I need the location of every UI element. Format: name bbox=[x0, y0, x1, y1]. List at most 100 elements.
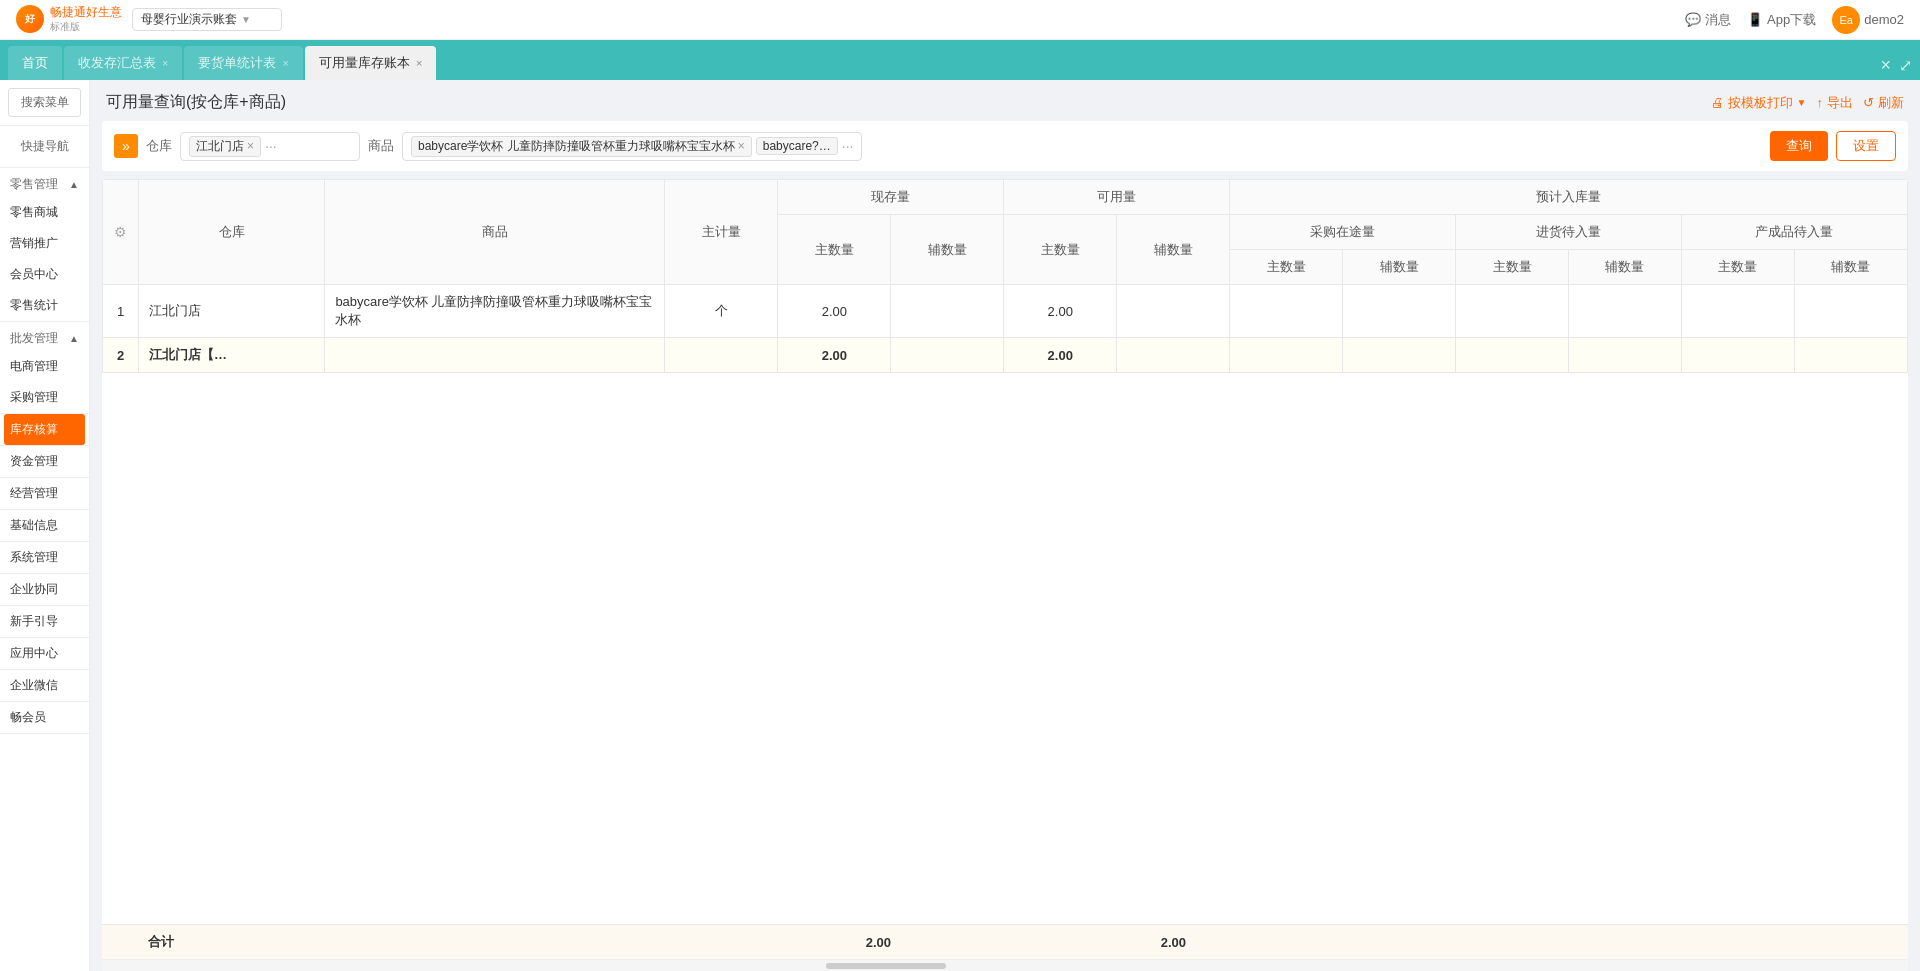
sidebar-item-basics[interactable]: 基础信息 bbox=[0, 510, 89, 541]
th-production-aux: 辅数量 bbox=[1794, 250, 1907, 285]
th-warehouse: 仓库 bbox=[139, 180, 325, 285]
cell-warehouse: 江北门店【… bbox=[139, 338, 325, 373]
sidebar-section-appstore: 应用中心 bbox=[0, 638, 89, 670]
sidebar-item-inventory[interactable]: 库存核算 bbox=[4, 414, 85, 445]
message-icon: 💬 bbox=[1685, 12, 1701, 27]
cell-index: 1 bbox=[103, 285, 139, 338]
sidebar-item-retail-mall[interactable]: 零售商城 bbox=[0, 197, 89, 228]
tab-home[interactable]: 首页 bbox=[8, 46, 62, 80]
cell-unit bbox=[665, 338, 778, 373]
sidebar-search-area: 搜索菜单 bbox=[0, 80, 89, 126]
export-button[interactable]: ↑ 导出 bbox=[1817, 94, 1854, 112]
tab-available-stock[interactable]: 可用量库存账本 × bbox=[305, 46, 436, 80]
sidebar-quick-nav: 快捷导航 bbox=[0, 126, 89, 168]
product-tag-1-remove[interactable]: × bbox=[738, 139, 745, 153]
logo-text-area: 畅捷通好生意 标准版 bbox=[50, 5, 122, 33]
sidebar-item-wechat[interactable]: 企业微信 bbox=[0, 670, 89, 701]
print-icon: 🖨 bbox=[1711, 95, 1724, 110]
top-bar-left: 好 畅捷通好生意 标准版 母婴行业演示账套 ▼ bbox=[16, 5, 282, 33]
cell-current-main: 2.00 bbox=[778, 338, 891, 373]
sidebar-item-retail-stats[interactable]: 零售统计 bbox=[0, 290, 89, 321]
th-expected-in: 预计入库量 bbox=[1230, 180, 1908, 215]
tab-receive-summary-close[interactable]: × bbox=[162, 57, 168, 69]
sidebar-item-enterprise[interactable]: 企业协同 bbox=[0, 574, 89, 605]
filter-toggle-button[interactable]: » bbox=[114, 134, 138, 158]
sidebar-item-marketing[interactable]: 营销推广 bbox=[0, 228, 89, 259]
product-input[interactable]: babycare学饮杯 儿童防摔防撞吸管杯重力球吸嘴杯宝宝水杯 × babyca… bbox=[402, 132, 862, 161]
footer-p4 bbox=[1637, 925, 1727, 959]
footer-blank-4 bbox=[686, 925, 776, 959]
th-available: 可用量 bbox=[1004, 180, 1230, 215]
sidebar-item-operations[interactable]: 经营管理 bbox=[0, 478, 89, 509]
message-button[interactable]: 💬 消息 bbox=[1685, 11, 1731, 29]
refresh-button[interactable]: ↺ 刷新 bbox=[1863, 94, 1904, 112]
cell-incoming-main bbox=[1456, 338, 1569, 373]
tab-available-stock-close[interactable]: × bbox=[416, 57, 422, 69]
sidebar-item-member[interactable]: 会员中心 bbox=[0, 259, 89, 290]
sidebar-section-retail-title[interactable]: 零售管理 ▲ bbox=[0, 168, 89, 197]
footer-total-row: 合计 2.00 2.00 bbox=[102, 924, 1908, 959]
close-all-icon[interactable]: × bbox=[1880, 55, 1891, 76]
sidebar-item-purchase[interactable]: 采购管理 bbox=[0, 382, 89, 413]
warehouse-input[interactable]: 江北门店 × ··· bbox=[180, 132, 360, 161]
cell-incoming-main bbox=[1456, 285, 1569, 338]
cell-purchase-main bbox=[1230, 285, 1343, 338]
tab-order-stats-close[interactable]: × bbox=[282, 57, 288, 69]
sidebar-section-wholesale-title[interactable]: 批发管理 ▲ bbox=[0, 322, 89, 351]
app-download-label: App下载 bbox=[1767, 11, 1816, 29]
th-avail-main: 主数量 bbox=[1004, 215, 1117, 285]
footer-table: 合计 2.00 2.00 bbox=[102, 925, 1908, 959]
sidebar-item-member2[interactable]: 畅会员 bbox=[0, 702, 89, 733]
query-button[interactable]: 查询 bbox=[1770, 131, 1828, 161]
tab-available-stock-label: 可用量库存账本 bbox=[319, 54, 410, 72]
cell-avail-aux bbox=[1117, 338, 1230, 373]
tab-home-label: 首页 bbox=[22, 54, 48, 72]
chevron-up-icon: ▲ bbox=[69, 179, 79, 190]
tenant-selector[interactable]: 母婴行业演示账套 ▼ bbox=[132, 8, 282, 31]
table-scroll[interactable]: ⚙ 仓库 商品 主计量 现存量 可用量 预计入库量 主数量 辅数量 bbox=[102, 179, 1908, 924]
footer-blank-3 bbox=[346, 925, 686, 959]
th-gear[interactable]: ⚙ bbox=[103, 180, 139, 285]
product-label: 商品 bbox=[368, 137, 394, 155]
table-area: ⚙ 仓库 商品 主计量 现存量 可用量 预计入库量 主数量 辅数量 bbox=[102, 179, 1908, 971]
cell-incoming-aux bbox=[1569, 285, 1682, 338]
sidebar-section-retail: 零售管理 ▲ 零售商城 营销推广 会员中心 零售统计 bbox=[0, 168, 89, 322]
filter-action-buttons: 查询 设置 bbox=[1770, 131, 1896, 161]
user-area[interactable]: Ea demo2 bbox=[1832, 6, 1904, 34]
sidebar-item-quick-nav[interactable]: 快捷导航 bbox=[0, 130, 89, 163]
product-dots[interactable]: ··· bbox=[842, 138, 854, 154]
cell-avail-aux bbox=[1117, 285, 1230, 338]
sidebar-search-button[interactable]: 搜索菜单 bbox=[8, 88, 81, 117]
footer-blank-1 bbox=[102, 925, 138, 959]
app-download-button[interactable]: 📱 App下载 bbox=[1747, 11, 1816, 29]
cell-unit: 个 bbox=[665, 285, 778, 338]
sidebar-item-appstore[interactable]: 应用中心 bbox=[0, 638, 89, 669]
th-purchase-aux: 辅数量 bbox=[1343, 250, 1456, 285]
sidebar-item-ecommerce[interactable]: 电商管理 bbox=[0, 351, 89, 382]
expand-icon[interactable]: ⤢ bbox=[1899, 56, 1912, 75]
top-bar-right: 💬 消息 📱 App下载 Ea demo2 bbox=[1685, 6, 1904, 34]
table-row: 1江北门店babycare学饮杯 儿童防摔防撞吸管杯重力球吸嘴杯宝宝水杯个2.0… bbox=[103, 285, 1908, 338]
warehouse-dots[interactable]: ··· bbox=[265, 138, 277, 154]
filter-area: » 仓库 江北门店 × ··· 商品 babycare学饮杯 儿童防摔防撞吸管杯… bbox=[102, 121, 1908, 171]
product-tag-1: babycare学饮杯 儿童防摔防撞吸管杯重力球吸嘴杯宝宝水杯 × bbox=[411, 136, 752, 157]
tab-receive-summary[interactable]: 收发存汇总表 × bbox=[64, 46, 182, 80]
cell-avail-main: 2.00 bbox=[1004, 338, 1117, 373]
sidebar-item-guide[interactable]: 新手引导 bbox=[0, 606, 89, 637]
scrollbar-thumb bbox=[826, 963, 946, 969]
cell-avail-main: 2.00 bbox=[1004, 285, 1117, 338]
avatar: Ea bbox=[1832, 6, 1860, 34]
sidebar-item-system[interactable]: 系统管理 bbox=[0, 542, 89, 573]
content-area: 可用量查询(按仓库+商品) 🖨 按模板打印 ▼ ↑ 导出 ↺ 刷新 » bbox=[90, 80, 1920, 971]
horizontal-scrollbar[interactable] bbox=[102, 959, 1908, 971]
warehouse-tag-remove[interactable]: × bbox=[247, 139, 254, 153]
print-template-button[interactable]: 🖨 按模板打印 ▼ bbox=[1711, 94, 1807, 112]
sidebar-section-wholesale: 批发管理 ▲ 电商管理 采购管理 bbox=[0, 322, 89, 414]
sidebar-item-finance[interactable]: 资金管理 bbox=[0, 446, 89, 477]
cell-current-main: 2.00 bbox=[778, 285, 891, 338]
setting-button[interactable]: 设置 bbox=[1836, 131, 1896, 161]
th-current-aux: 辅数量 bbox=[891, 215, 1004, 285]
tab-order-stats[interactable]: 要货单统计表 × bbox=[184, 46, 302, 80]
tab-receive-summary-label: 收发存汇总表 bbox=[78, 54, 156, 72]
logo-sub: 标准版 bbox=[50, 20, 122, 34]
